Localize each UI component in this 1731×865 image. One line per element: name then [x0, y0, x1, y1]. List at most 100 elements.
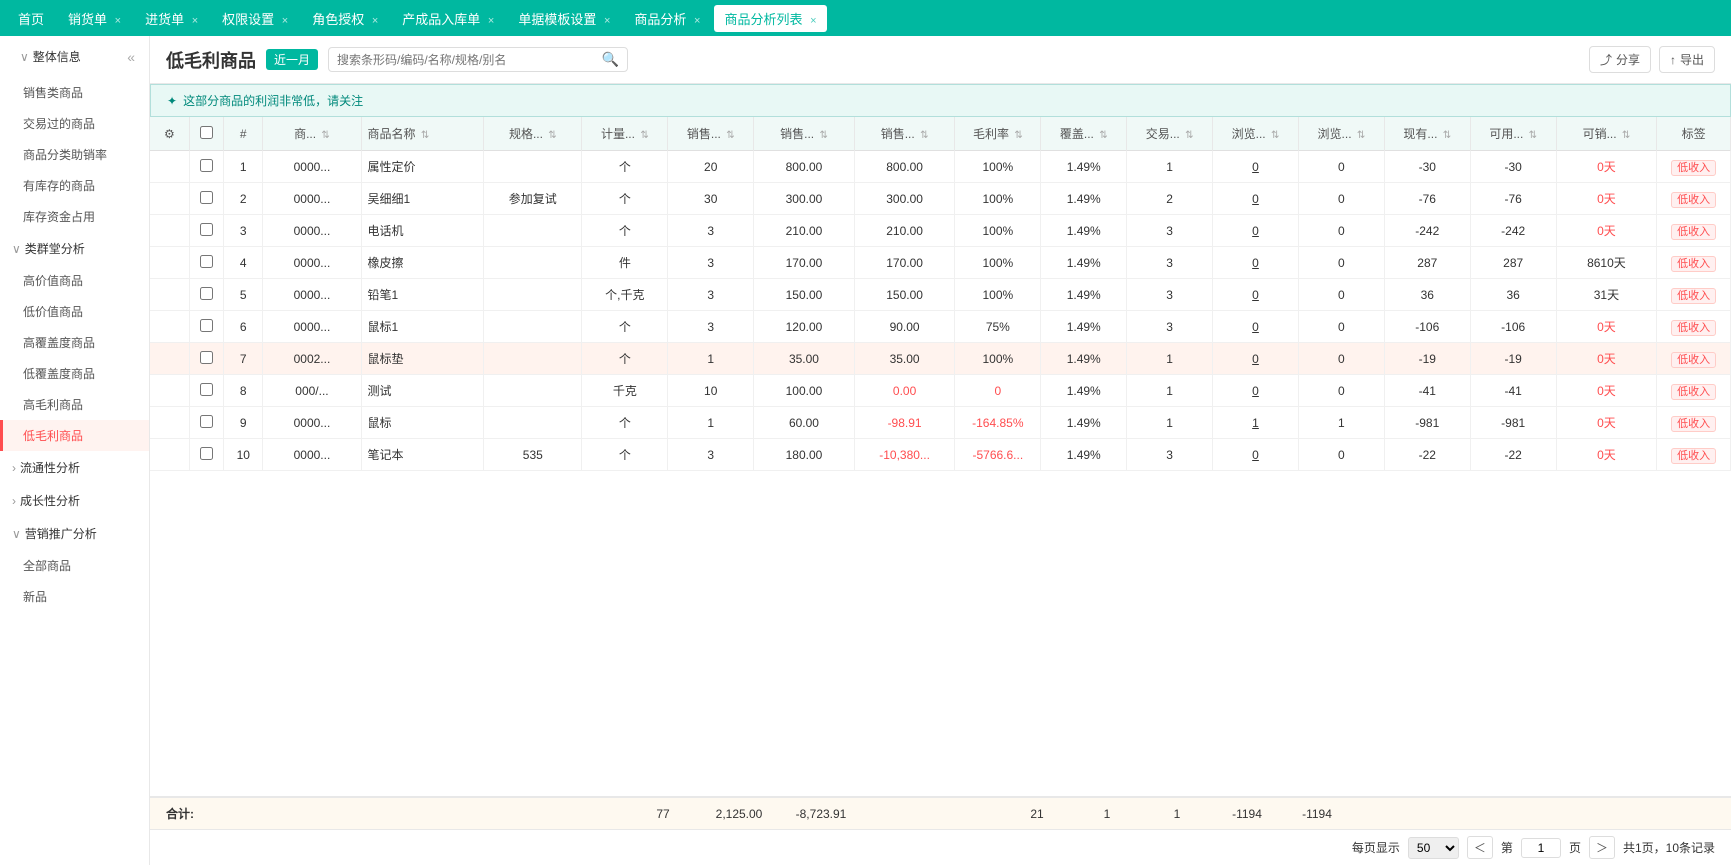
col-header-code[interactable]: 商... ⇅	[263, 117, 361, 151]
page-size-select[interactable]: 50 100 200	[1408, 837, 1459, 859]
cell-browse1[interactable]: 1	[1213, 407, 1299, 439]
col-header-sales-qty[interactable]: 销售... ⇅	[668, 117, 754, 151]
col-header-settings[interactable]: ⚙	[150, 117, 189, 151]
browse1-link[interactable]: 0	[1252, 160, 1259, 174]
nav-permission-close[interactable]: ×	[282, 15, 288, 27]
col-header-spec[interactable]: 规格... ⇅	[484, 117, 582, 151]
search-input[interactable]	[337, 53, 602, 67]
browse1-link[interactable]: 0	[1252, 320, 1259, 334]
cell-check[interactable]	[189, 375, 223, 407]
sidebar-group-overall[interactable]: ∨ 整体信息	[8, 40, 93, 73]
nav-analysis[interactable]: 商品分析 ×	[624, 5, 710, 32]
sidebar-item-sales-products[interactable]: 销售类商品	[0, 77, 149, 108]
col-header-sales-profit[interactable]: 销售... ⇅	[854, 117, 955, 151]
row-checkbox[interactable]	[200, 415, 213, 428]
sidebar-item-all-products[interactable]: 全部商品	[0, 550, 149, 581]
cell-browse1[interactable]: 0	[1213, 151, 1299, 183]
nav-sales-close[interactable]: ×	[115, 15, 121, 27]
cell-browse1[interactable]: 0	[1213, 343, 1299, 375]
browse1-link[interactable]: 0	[1252, 192, 1259, 206]
sidebar-group-cluster[interactable]: ∨ 类群堂分析	[0, 232, 149, 265]
browse1-link[interactable]: 0	[1252, 352, 1259, 366]
export-button[interactable]: ↑ 导出	[1659, 46, 1715, 73]
col-header-name[interactable]: 商品名称 ⇅	[361, 117, 484, 151]
cell-browse1[interactable]: 0	[1213, 311, 1299, 343]
nav-purchase[interactable]: 进货单 ×	[135, 5, 208, 32]
nav-permission[interactable]: 权限设置 ×	[212, 5, 298, 32]
browse1-link[interactable]: 0	[1252, 288, 1259, 302]
browse1-link[interactable]: 1	[1252, 416, 1259, 430]
row-checkbox[interactable]	[200, 351, 213, 364]
cell-check[interactable]	[189, 215, 223, 247]
col-header-coverage[interactable]: 覆盖... ⇅	[1041, 117, 1127, 151]
col-header-margin[interactable]: 毛利率 ⇅	[955, 117, 1041, 151]
next-page-btn[interactable]: ＞	[1589, 836, 1615, 859]
cell-browse1[interactable]: 0	[1213, 247, 1299, 279]
cell-browse1[interactable]: 0	[1213, 279, 1299, 311]
sidebar-group-marketing[interactable]: ∨ 营销推广分析	[0, 517, 149, 550]
cell-check[interactable]	[189, 407, 223, 439]
col-header-check[interactable]	[189, 117, 223, 151]
sidebar-item-low-coverage[interactable]: 低覆盖度商品	[0, 358, 149, 389]
nav-template[interactable]: 单据模板设置 ×	[508, 5, 620, 32]
cell-browse1[interactable]: 0	[1213, 183, 1299, 215]
cell-browse1[interactable]: 0	[1213, 215, 1299, 247]
row-checkbox[interactable]	[200, 319, 213, 332]
sidebar-collapse-btn[interactable]: «	[121, 43, 141, 71]
browse1-link[interactable]: 0	[1252, 448, 1259, 462]
col-header-sales-price[interactable]: 销售... ⇅	[754, 117, 855, 151]
nav-home[interactable]: 首页	[8, 5, 54, 32]
cell-check[interactable]	[189, 439, 223, 471]
row-checkbox[interactable]	[200, 191, 213, 204]
row-checkbox[interactable]	[200, 255, 213, 268]
nav-analysis-list[interactable]: 商品分析列表 ×	[714, 5, 826, 32]
cell-browse1[interactable]: 0	[1213, 439, 1299, 471]
col-header-unit[interactable]: 计量... ⇅	[582, 117, 668, 151]
cell-check[interactable]	[189, 183, 223, 215]
col-header-sellable[interactable]: 可销... ⇅	[1556, 117, 1657, 151]
nav-purchase-close[interactable]: ×	[192, 15, 198, 27]
filter-tag-recent-month[interactable]: 近一月	[266, 49, 318, 70]
nav-role[interactable]: 角色授权 ×	[302, 5, 388, 32]
nav-role-close[interactable]: ×	[372, 15, 378, 27]
prev-page-btn[interactable]: ＜	[1467, 836, 1493, 859]
sidebar-item-high-margin[interactable]: 高毛利商品	[0, 389, 149, 420]
cell-check[interactable]	[189, 343, 223, 375]
sidebar-group-growth[interactable]: › 成长性分析	[0, 484, 149, 517]
cell-check[interactable]	[189, 247, 223, 279]
nav-sales[interactable]: 销货单 ×	[58, 5, 131, 32]
nav-template-close[interactable]: ×	[604, 15, 610, 27]
col-header-trade[interactable]: 交易... ⇅	[1127, 117, 1213, 151]
cell-check[interactable]	[189, 151, 223, 183]
col-header-browse2[interactable]: 浏览... ⇅	[1298, 117, 1384, 151]
browse1-link[interactable]: 0	[1252, 384, 1259, 398]
col-header-available[interactable]: 可用... ⇅	[1470, 117, 1556, 151]
cell-check[interactable]	[189, 279, 223, 311]
row-checkbox[interactable]	[200, 287, 213, 300]
col-header-browse1[interactable]: 浏览... ⇅	[1213, 117, 1299, 151]
row-checkbox[interactable]	[200, 383, 213, 396]
row-checkbox[interactable]	[200, 447, 213, 460]
col-header-current-stock[interactable]: 现有... ⇅	[1384, 117, 1470, 151]
sidebar-item-traded[interactable]: 交易过的商品	[0, 108, 149, 139]
sidebar-item-in-stock[interactable]: 有库存的商品	[0, 170, 149, 201]
sidebar-group-circulation[interactable]: › 流通性分析	[0, 451, 149, 484]
row-checkbox[interactable]	[200, 223, 213, 236]
table-container[interactable]: ⚙ # 商... ⇅ 商品名称 ⇅ 规格... ⇅ 计量... ⇅ 销售... …	[150, 117, 1731, 796]
nav-product-entry[interactable]: 产成品入库单 ×	[392, 5, 504, 32]
sidebar-item-low-value[interactable]: 低价值商品	[0, 296, 149, 327]
sidebar-item-new-products[interactable]: 新品	[0, 581, 149, 612]
row-checkbox[interactable]	[200, 159, 213, 172]
share-button[interactable]: ⤴ 分享	[1589, 46, 1651, 73]
sidebar-item-capital[interactable]: 库存资金占用	[0, 201, 149, 232]
nav-analysis-close[interactable]: ×	[694, 15, 700, 27]
browse1-link[interactable]: 0	[1252, 224, 1259, 238]
browse1-link[interactable]: 0	[1252, 256, 1259, 270]
sidebar-item-high-coverage[interactable]: 高覆盖度商品	[0, 327, 149, 358]
sidebar-item-low-margin[interactable]: 低毛利商品	[0, 420, 149, 451]
nav-product-entry-close[interactable]: ×	[488, 15, 494, 27]
cell-browse1[interactable]: 0	[1213, 375, 1299, 407]
select-all-checkbox[interactable]	[200, 126, 213, 139]
sidebar-item-category-sales[interactable]: 商品分类助销率	[0, 139, 149, 170]
sidebar-item-high-value[interactable]: 高价值商品	[0, 265, 149, 296]
